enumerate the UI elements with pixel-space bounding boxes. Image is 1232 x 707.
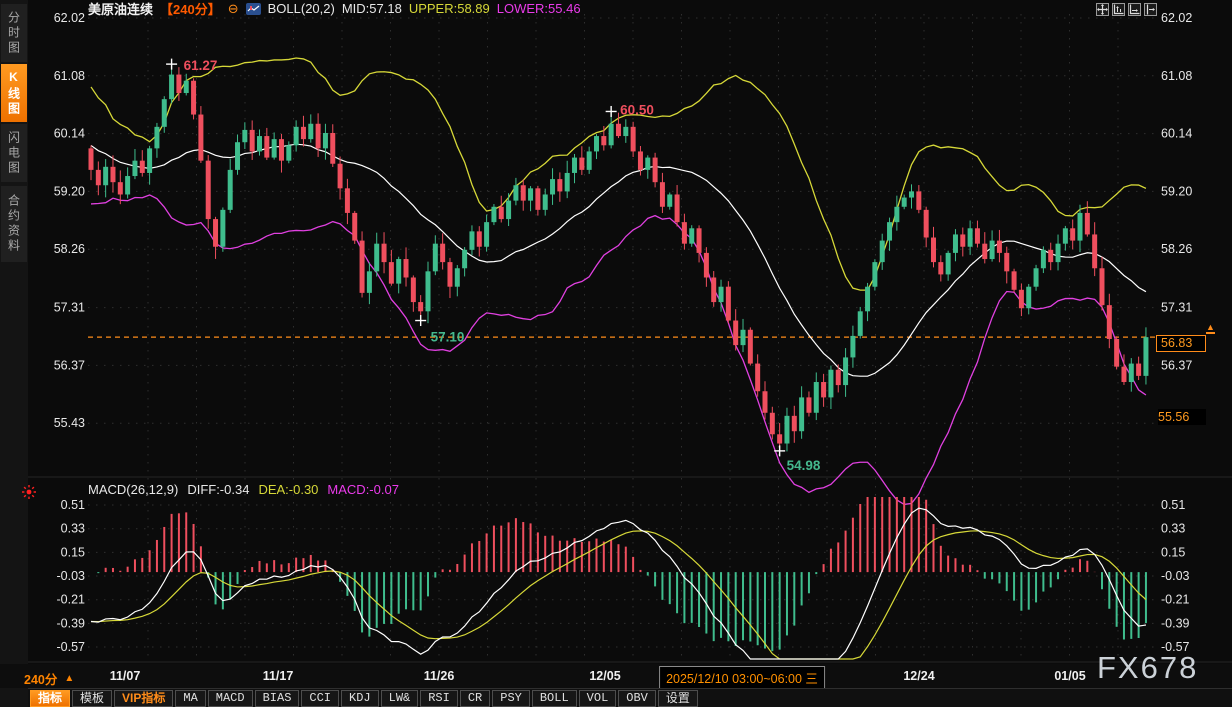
axis-label: 56.37 bbox=[1161, 358, 1192, 372]
chart-header: 美原油连续 【240分】 ⊖ BOLL(20,2) MID:57.18 UPPE… bbox=[88, 0, 581, 17]
axis-label: 62.02 bbox=[54, 11, 85, 25]
axis-label: 59.20 bbox=[54, 184, 85, 198]
annotations-layer: 61.27 60.50 57.10 54.98 bbox=[166, 58, 821, 473]
timeframe-label[interactable]: 【240分】 bbox=[160, 0, 221, 18]
axis-label: -0.57 bbox=[57, 640, 86, 654]
axis-label: 62.02 bbox=[1161, 11, 1192, 25]
axis-label: 59.20 bbox=[1161, 184, 1192, 198]
toolbar-button-13[interactable]: BOLL bbox=[532, 690, 577, 707]
axis-label: 57.31 bbox=[54, 301, 85, 315]
indicator-burst-icon[interactable] bbox=[21, 484, 37, 500]
toolbar-button-14[interactable]: VOL bbox=[579, 690, 617, 707]
toolbar-button-7[interactable]: CCI bbox=[301, 690, 339, 707]
axis-label: 0.33 bbox=[1161, 522, 1185, 536]
date-tick-label: 01/05 bbox=[1054, 669, 1085, 683]
collapse-circle-icon[interactable]: ⊖ bbox=[228, 2, 239, 15]
axis-label: 0.51 bbox=[61, 498, 85, 512]
pan-tool-icon[interactable] bbox=[1096, 3, 1109, 16]
date-tick-label: 12/05 bbox=[589, 669, 620, 683]
toolbar-button-8[interactable]: KDJ bbox=[341, 690, 379, 707]
axis-label: 60.14 bbox=[1161, 127, 1192, 141]
boll-lower-value: LOWER:55.46 bbox=[497, 1, 581, 16]
chart-app: 分时图K线图闪电图合约资料 美原油连续 【240分】 ⊖ BOLL(20,2) … bbox=[0, 0, 1232, 707]
axis-label: -0.21 bbox=[57, 593, 86, 607]
axis-label: -0.03 bbox=[1161, 569, 1190, 583]
boll-upper-value: UPPER:58.89 bbox=[409, 1, 490, 16]
candles-layer bbox=[89, 64, 1149, 451]
price-up-arrow-icon: ▲ bbox=[1206, 323, 1215, 334]
macd-diff-value: DIFF:-0.34 bbox=[187, 482, 249, 497]
toolbar-button-15[interactable]: OBV bbox=[618, 690, 656, 707]
kline-chart-canvas[interactable]: 62.02 62.02 61.08 61.08 60.14 60.14 59.20 59.20… bbox=[0, 0, 1232, 707]
toolbar-button-11[interactable]: CR bbox=[460, 690, 490, 707]
fit-price-axis-icon[interactable] bbox=[1112, 3, 1125, 16]
go-to-latest-icon[interactable] bbox=[1144, 3, 1157, 16]
axis-label: 61.08 bbox=[54, 69, 85, 83]
boll-mid-value: MID:57.18 bbox=[342, 1, 402, 16]
toolbar-button-5[interactable]: MACD bbox=[208, 690, 253, 707]
watermark: FX678 bbox=[1097, 650, 1198, 686]
axis-label: 60.14 bbox=[54, 127, 85, 141]
toolbar-button-12[interactable]: PSY bbox=[492, 690, 530, 707]
window-controls bbox=[1096, 3, 1157, 16]
low-band-price-tag: 55.56 bbox=[1158, 409, 1206, 425]
toolbar-button-10[interactable]: RSI bbox=[420, 690, 458, 707]
axis-label: -0.39 bbox=[1161, 616, 1190, 630]
date-axis: 240分 ▲ 11/07 11/17 11/26 12/05 12/24 01/05 20… bbox=[0, 664, 1232, 688]
indicator-name[interactable]: BOLL(20,2) bbox=[268, 1, 335, 16]
macd-dea-value: DEA:-0.30 bbox=[258, 482, 318, 497]
toolbar-button-1[interactable]: 指标 bbox=[30, 690, 70, 707]
axis-label: -0.03 bbox=[57, 569, 86, 583]
macd-macd-value: MACD:-0.07 bbox=[327, 482, 399, 497]
axis-label: 56.37 bbox=[54, 358, 85, 372]
price-extreme-label: 54.98 bbox=[787, 458, 821, 473]
axis-label: -0.39 bbox=[57, 616, 86, 630]
axis-label: 55.43 bbox=[54, 416, 85, 430]
axis-label: 58.26 bbox=[1161, 242, 1192, 256]
macd-indicator-name[interactable]: MACD(26,12,9) bbox=[88, 482, 178, 497]
timeframe-up-triangle-icon: ▲ bbox=[64, 673, 74, 684]
kline-chart-icon bbox=[246, 3, 261, 15]
toolbar-button-16[interactable]: 设置 bbox=[658, 690, 698, 707]
axis-label: 61.08 bbox=[1161, 69, 1192, 83]
date-tick-label: 11/26 bbox=[424, 669, 455, 683]
current-price-tag: 56.83 bbox=[1156, 335, 1206, 352]
macd-layer bbox=[91, 497, 1146, 659]
timeframe-corner[interactable]: 240分 ▲ bbox=[24, 669, 74, 688]
date-tick-label: 11/17 bbox=[263, 669, 294, 683]
axis-label: 58.26 bbox=[54, 242, 85, 256]
timeframe-corner-label[interactable]: 240分 bbox=[24, 669, 57, 688]
axis-label: 0.33 bbox=[61, 522, 85, 536]
date-tick-label: 11/07 bbox=[110, 669, 141, 683]
axis-label: 0.15 bbox=[1161, 545, 1185, 559]
price-extreme-label: 57.10 bbox=[431, 330, 465, 345]
axis-label: 0.15 bbox=[61, 545, 85, 559]
axis-label: 57.31 bbox=[1161, 301, 1192, 315]
indicator-toolbar: 指标模板VIP指标MAMACDBIASCCIKDJLW&RSICRPSYBOLL… bbox=[28, 688, 1232, 707]
toolbar-button-9[interactable]: LW& bbox=[381, 690, 419, 707]
toolbar-button-6[interactable]: BIAS bbox=[255, 690, 300, 707]
axis-label: 0.51 bbox=[1161, 498, 1185, 512]
date-tick-label: 12/24 bbox=[903, 669, 934, 683]
axis-label: -0.21 bbox=[1161, 593, 1190, 607]
toolbar-button-4[interactable]: MA bbox=[175, 690, 205, 707]
symbol-title: 美原油连续 bbox=[88, 0, 153, 18]
macd-header: MACD(26,12,9) DIFF:-0.34 DEA:-0.30 MACD:… bbox=[88, 482, 399, 497]
price-extreme-label: 60.50 bbox=[620, 102, 654, 117]
price-extreme-label: 61.27 bbox=[184, 58, 218, 73]
toolbar-button-3[interactable]: VIP指标 bbox=[114, 690, 173, 707]
toolbar-button-2[interactable]: 模板 bbox=[72, 690, 112, 707]
fit-time-axis-icon[interactable] bbox=[1128, 3, 1141, 16]
hovered-candle-time-tag: 2025/12/10 03:00~06:00 三 bbox=[659, 666, 825, 689]
